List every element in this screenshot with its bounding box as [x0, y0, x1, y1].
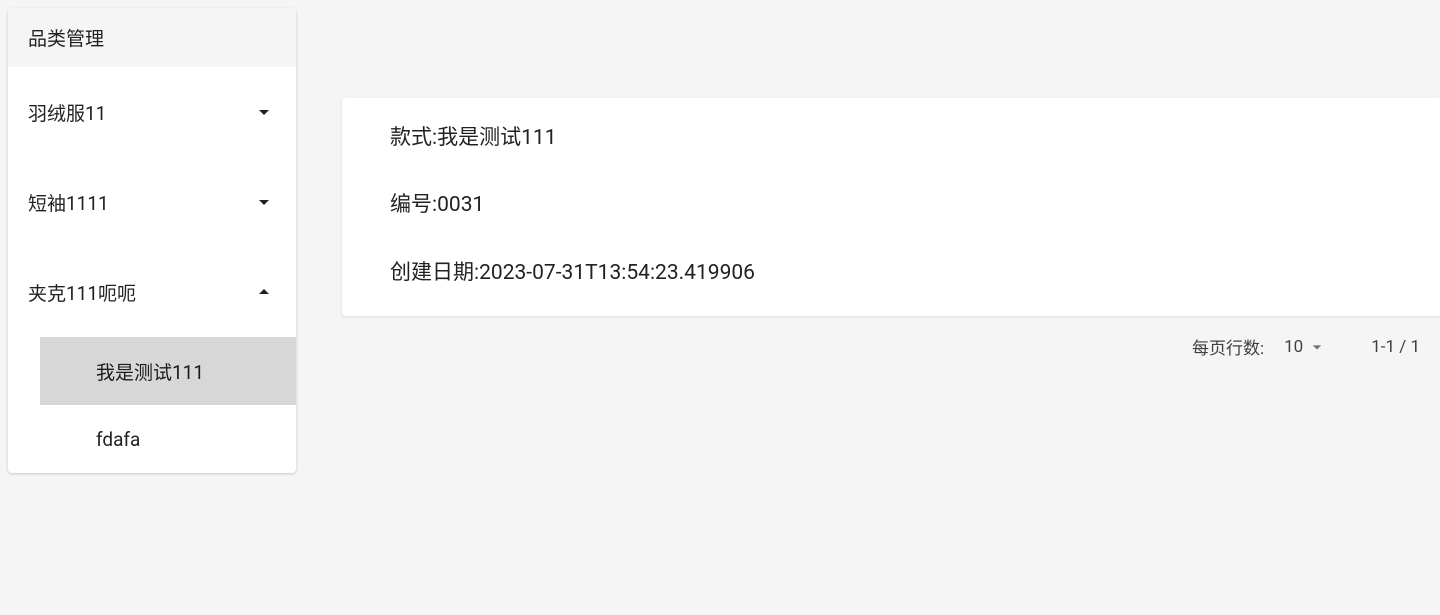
sidebar-item-label: 短袖1111	[28, 189, 109, 216]
rows-per-page-label: 每页行数:	[1192, 334, 1264, 359]
sidebar-header: 品类管理	[8, 8, 296, 67]
pagination-range: 1-1 / 1	[1371, 337, 1420, 357]
sidebar-subitem-label: fdafa	[96, 428, 140, 451]
pagination: 每页行数: 10 1-1 / 1	[304, 316, 1440, 359]
app-layout: 品类管理 羽绒服11 短袖1111 夹克111呃呃 我是测试111 fdafa …	[0, 0, 1440, 615]
sidebar-item-jiake[interactable]: 夹克111呃呃	[8, 247, 296, 337]
detail-code-label: 编号:	[390, 193, 437, 217]
sidebar-item-yurongfu[interactable]: 羽绒服11	[8, 67, 296, 157]
sidebar-subitem-test111[interactable]: 我是测试111	[40, 337, 296, 405]
rows-per-page-value: 10	[1284, 337, 1303, 357]
detail-style-label: 款式:	[390, 126, 437, 150]
detail-created: 创建日期:2023-07-31T13:54:23.419906	[390, 259, 1392, 288]
detail-card: 款式:我是测试111 编号:0031 创建日期:2023-07-31T13:54…	[342, 98, 1440, 316]
detail-code-value: 0031	[437, 193, 484, 217]
main-content: 款式:我是测试111 编号:0031 创建日期:2023-07-31T13:54…	[304, 0, 1440, 615]
detail-created-value: 2023-07-31T13:54:23.419906	[479, 261, 755, 285]
dropdown-icon	[1307, 337, 1327, 357]
chevron-down-icon	[252, 190, 276, 214]
detail-style: 款式:我是测试111	[390, 124, 1392, 153]
detail-created-label: 创建日期:	[390, 261, 479, 285]
detail-code: 编号:0031	[390, 191, 1392, 220]
sidebar-subitem-fdafa[interactable]: fdafa	[40, 405, 296, 473]
detail-style-value: 我是测试111	[437, 126, 556, 150]
sidebar-item-duanxiu[interactable]: 短袖1111	[8, 157, 296, 247]
rows-per-page: 每页行数: 10	[1192, 334, 1327, 359]
chevron-up-icon	[252, 280, 276, 304]
chevron-down-icon	[252, 100, 276, 124]
sidebar-item-label: 羽绒服11	[28, 99, 106, 126]
sidebar: 品类管理 羽绒服11 短袖1111 夹克111呃呃 我是测试111 fdafa	[8, 8, 296, 473]
rows-per-page-select[interactable]: 10	[1284, 337, 1327, 357]
sidebar-item-label: 夹克111呃呃	[28, 279, 136, 306]
sidebar-subitem-label: 我是测试111	[96, 358, 204, 385]
